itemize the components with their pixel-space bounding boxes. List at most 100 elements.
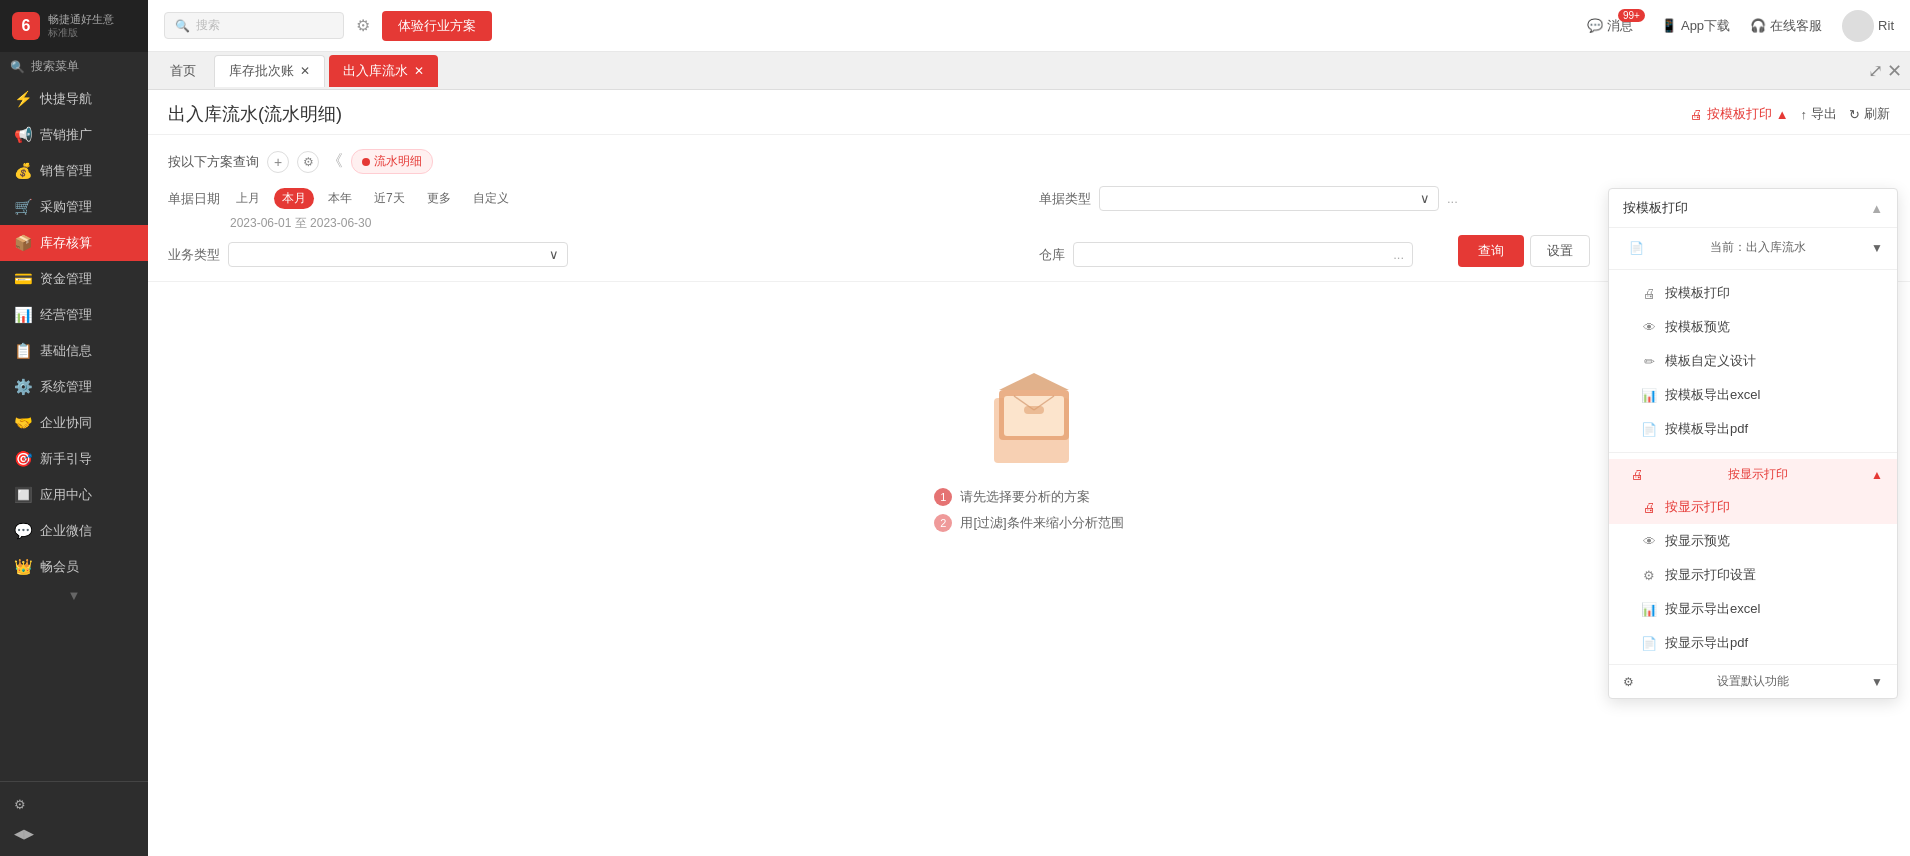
sidebar-item-inventory[interactable]: 📦 库存核算 (0, 225, 148, 261)
filter-add-btn[interactable]: + (267, 151, 289, 173)
sidebar-item-marketing[interactable]: 📢营销推广 (0, 117, 148, 153)
biztype-select[interactable]: ∨ (228, 242, 568, 267)
settings-default-icon: ⚙ (1623, 675, 1634, 689)
date-label: 单据日期 (168, 190, 220, 208)
sidebar-search[interactable]: 🔍 搜索菜单 (0, 52, 148, 81)
sidebar-item-member[interactable]: 👑畅会员 (0, 549, 148, 585)
home-tab-label: 首页 (170, 62, 196, 80)
dropdown-chevron-up[interactable]: ▲ (1870, 201, 1883, 216)
user-avatar (1842, 10, 1874, 42)
export-btn[interactable]: ↑ 导出 (1801, 105, 1838, 123)
sidebar-item-basic[interactable]: 📋基础信息 (0, 333, 148, 369)
sidebar-item-system[interactable]: ⚙️系统管理 (0, 369, 148, 405)
dropdown-display-pdf[interactable]: 📄 按显示导出pdf (1609, 626, 1897, 660)
dropdown-display-print[interactable]: 🖨 按显示打印 (1609, 490, 1897, 524)
dropdown-template-preview[interactable]: 👁 按模板预览 (1609, 310, 1897, 344)
sidebar-label-newbie: 新手引导 (40, 450, 92, 468)
date-custom[interactable]: 自定义 (465, 188, 517, 209)
page-header: 出入库流水(流水明细) 🖨 按模板打印 ▲ ↑ 导出 ↻ 刷新 (148, 90, 1910, 135)
finance-icon: 💳 (14, 270, 32, 288)
dropdown-template-print[interactable]: 🖨 按模板打印 (1609, 276, 1897, 310)
tab-expand-btn[interactable]: ⤢ ✕ (1868, 60, 1902, 82)
tab-in-out-flow[interactable]: 出入库流水 ✕ (329, 55, 438, 87)
sidebar-item-operations[interactable]: 📊经营管理 (0, 297, 148, 333)
date-filter-group: 上月 本月 本年 近7天 更多 自定义 (228, 188, 517, 209)
dropdown-display-arrow[interactable]: ▲ (1871, 468, 1883, 482)
sidebar-label-quick-nav: 快捷导航 (40, 90, 92, 108)
dropdown-template-custom[interactable]: ✏ 模板自定义设计 (1609, 344, 1897, 378)
dropdown-display-print-settings[interactable]: ⚙ 按显示打印设置 (1609, 558, 1897, 592)
query-btn[interactable]: 查询 (1458, 235, 1524, 267)
topbar-gear-icon[interactable]: ⚙ (356, 16, 370, 35)
sidebar-search-label: 搜索菜单 (31, 58, 79, 75)
topbar-user[interactable]: Rit (1842, 10, 1894, 42)
sidebar-scroll-down[interactable]: ▼ (0, 585, 148, 606)
active-filter-tag[interactable]: 流水明细 (351, 149, 433, 174)
doctype-select[interactable]: ∨ (1099, 186, 1439, 211)
tab-in-out-flow-close[interactable]: ✕ (414, 65, 424, 77)
active-filter-label: 流水明细 (374, 153, 422, 170)
dropdown-template-pdf[interactable]: 📄 按模板导出pdf (1609, 412, 1897, 446)
sidebar-bottom-settings[interactable]: ⚙ (0, 790, 148, 819)
date-this-year[interactable]: 本年 (320, 188, 360, 209)
doctype-more-btn[interactable]: ... (1447, 191, 1458, 206)
print-icon: 🖨 (1690, 107, 1703, 122)
dropdown-divider-1 (1609, 269, 1897, 270)
filter-settings-btn[interactable]: ⚙ (297, 151, 319, 173)
svg-rect-6 (1024, 406, 1044, 414)
refresh-icon: ↻ (1849, 107, 1860, 122)
topbar-customer-service[interactable]: 🎧 在线客服 (1750, 17, 1822, 35)
sidebar-item-finance[interactable]: 💳资金管理 (0, 261, 148, 297)
tab-home[interactable]: 首页 (156, 55, 210, 87)
purchase-icon: 🛒 (14, 198, 32, 216)
message-badge: 99+ (1618, 9, 1645, 22)
print-dropdown-arrow[interactable]: ▲ (1776, 107, 1789, 122)
inventory-icon: 📦 (14, 234, 32, 252)
dropdown-display-excel[interactable]: 📊 按显示导出excel (1609, 592, 1897, 626)
sidebar-item-purchase[interactable]: 🛒采购管理 (0, 189, 148, 225)
date-prev-month[interactable]: 上月 (228, 188, 268, 209)
search-icon: 🔍 (10, 60, 25, 74)
tab-inventory-batch[interactable]: 库存批次账 ✕ (214, 55, 325, 87)
dropdown-divider-2 (1609, 452, 1897, 453)
dropdown-footer[interactable]: ⚙ 设置默认功能 ▼ (1609, 664, 1897, 698)
filter-collapse-icon[interactable]: 《 (327, 151, 343, 172)
tab-inventory-batch-close[interactable]: ✕ (300, 65, 310, 77)
print-template-btn[interactable]: 🖨 按模板打印 ▲ (1690, 105, 1789, 123)
settings-btn[interactable]: 设置 (1530, 235, 1590, 267)
topbar-message[interactable]: 💬 消息 99+ (1587, 17, 1633, 35)
warehouse-select-more[interactable]: ... (1393, 247, 1404, 262)
dropdown-title: 按模板打印 (1623, 199, 1688, 217)
refresh-btn[interactable]: ↻ 刷新 (1849, 105, 1890, 123)
basic-icon: 📋 (14, 342, 32, 360)
dropdown-section-current: 📄 当前：出入库流水 ▼ (1609, 228, 1897, 267)
doctype-label: 单据类型 (1039, 190, 1091, 208)
topbar-app-download[interactable]: 📱 App下载 (1661, 17, 1730, 35)
sidebar-item-sales[interactable]: 💰销售管理 (0, 153, 148, 189)
sidebar-item-wechat[interactable]: 💬企业微信 (0, 513, 148, 549)
industry-btn[interactable]: 体验行业方案 (382, 11, 492, 41)
sidebar-item-cooperation[interactable]: 🤝企业协同 (0, 405, 148, 441)
custom-template-icon: ✏ (1641, 353, 1657, 369)
search-icon-topbar: 🔍 (175, 19, 190, 33)
sidebar-label-inventory: 库存核算 (40, 234, 92, 252)
date-more[interactable]: 更多 (419, 188, 459, 209)
step-number-1: 1 (934, 488, 952, 506)
sidebar-item-apps[interactable]: 🔲应用中心 (0, 477, 148, 513)
empty-state-image (979, 368, 1079, 468)
empty-step-1: 1 请先选择要分析的方案 (934, 488, 1123, 506)
sidebar-item-quick-nav[interactable]: ⚡快捷导航 (0, 81, 148, 117)
sidebar-label-marketing: 营销推广 (40, 126, 92, 144)
filter-biztype-field: 业务类型 ∨ (168, 242, 1019, 267)
dropdown-display-preview[interactable]: 👁 按显示预览 (1609, 524, 1897, 558)
page-actions: 🖨 按模板打印 ▲ ↑ 导出 ↻ 刷新 (1690, 105, 1890, 123)
sidebar-bottom-collapse[interactable]: ◀▶ (0, 819, 148, 848)
date-last-7[interactable]: 近7天 (366, 188, 413, 209)
dropdown-current-arrow[interactable]: ▼ (1871, 241, 1883, 255)
dropdown-template-excel[interactable]: 📊 按模板导出excel (1609, 378, 1897, 412)
dropdown-panel: 按模板打印 ▲ 📄 当前：出入库流水 ▼ 🖨 按模板打印 👁 按模板预览 (1608, 188, 1898, 699)
topbar-search[interactable]: 🔍 搜索 (164, 12, 344, 39)
date-this-month[interactable]: 本月 (274, 188, 314, 209)
warehouse-select[interactable]: ... (1073, 242, 1413, 267)
sidebar-item-newbie[interactable]: 🎯新手引导 (0, 441, 148, 477)
